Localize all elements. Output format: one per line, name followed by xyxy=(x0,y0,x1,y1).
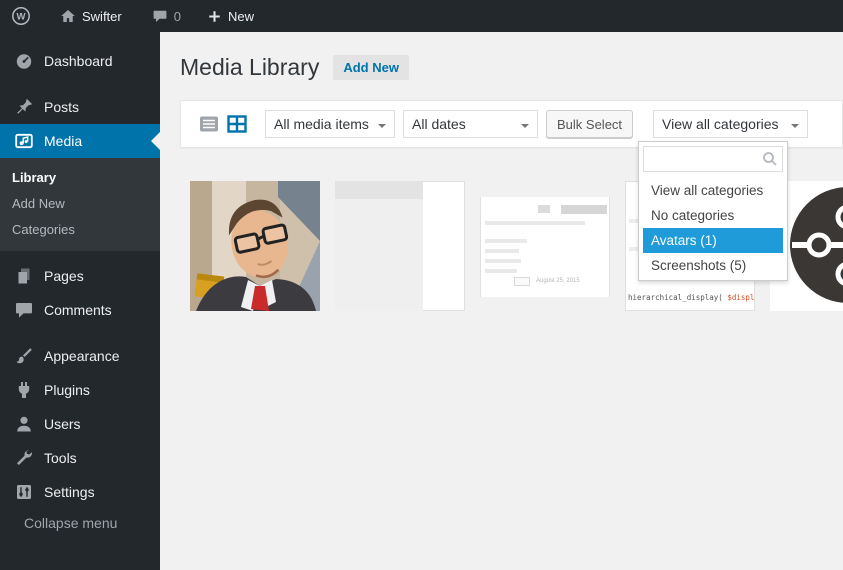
page-title: Media Library xyxy=(180,54,320,80)
wordpress-logo-icon: W xyxy=(11,6,31,26)
caret-down-icon xyxy=(521,123,529,132)
admin-bar: W Swifter 0 New xyxy=(0,0,843,32)
sidebar-item-tools[interactable]: Tools xyxy=(0,441,160,475)
sidebar-label: Comments xyxy=(44,302,112,318)
screenshot-region xyxy=(485,269,517,273)
media-item-screenshot-settings[interactable]: August 25, 2015 xyxy=(480,181,610,311)
screenshot-region xyxy=(561,205,607,214)
category-option-3[interactable]: Screenshots (5) xyxy=(643,253,783,278)
add-new-button[interactable]: Add New xyxy=(333,54,409,80)
sidebar-item-users[interactable]: Users xyxy=(0,407,160,441)
paintbrush-icon xyxy=(14,346,34,366)
wordpress-menu-button[interactable]: W xyxy=(0,0,42,32)
page-header: Media Library Add New xyxy=(180,52,843,82)
date-filter-value: All dates xyxy=(412,116,466,132)
new-label: New xyxy=(227,8,254,24)
plug-icon xyxy=(14,380,34,400)
comments-bar-link[interactable]: 0 xyxy=(142,0,191,32)
sidebar-item-media-library[interactable]: Library xyxy=(0,165,160,191)
sidebar-item-media-add-new[interactable]: Add New xyxy=(0,191,160,217)
pushpin-icon xyxy=(14,97,34,117)
user-icon xyxy=(14,414,34,434)
screenshot-region xyxy=(538,205,550,213)
grid-view-icon[interactable] xyxy=(227,114,247,134)
category-dropdown-panel: View all categories No categories Avatar… xyxy=(638,141,788,281)
submenu-label: Categories xyxy=(12,222,75,237)
screenshot-region xyxy=(514,277,530,286)
media-item-screenshot-blank[interactable] xyxy=(335,181,465,311)
wrench-icon xyxy=(14,448,34,468)
screenshot-region xyxy=(335,181,424,199)
collapse-menu-button[interactable]: Collapse menu xyxy=(0,509,160,546)
main-content: Media Library Add New All media items Al… xyxy=(160,32,843,570)
submenu-label: Add New xyxy=(12,196,65,211)
category-filter-select[interactable]: View all categories xyxy=(653,110,809,138)
sidebar-label: Plugins xyxy=(44,382,90,398)
sidebar-label: Tools xyxy=(44,450,77,466)
site-name-link[interactable]: Swifter xyxy=(50,0,132,32)
sidebar-label: Appearance xyxy=(44,348,120,364)
plus-icon xyxy=(207,9,222,24)
category-search xyxy=(643,146,783,172)
search-icon xyxy=(762,151,778,167)
sidebar-item-plugins[interactable]: Plugins xyxy=(0,373,160,407)
comments-count: 0 xyxy=(173,8,181,24)
sidebar-label: Users xyxy=(44,416,81,432)
sidebar-item-appearance[interactable]: Appearance xyxy=(0,339,160,373)
admin-sidebar: Dashboard Posts Media Library Add New Ca… xyxy=(0,32,160,570)
sidebar-label: Posts xyxy=(44,99,80,115)
category-filter-value: View all categories xyxy=(662,116,779,132)
screenshot-region xyxy=(480,297,610,311)
sidebar-item-media-categories[interactable]: Categories xyxy=(0,217,160,243)
screenshot-region xyxy=(485,249,519,253)
caret-down-icon xyxy=(378,123,386,132)
sidebar-item-posts[interactable]: Posts xyxy=(0,90,160,124)
comment-icon xyxy=(14,300,34,320)
sidebar-item-media[interactable]: Media xyxy=(0,124,160,158)
media-submenu: Library Add New Categories xyxy=(0,158,160,251)
home-icon xyxy=(60,8,76,24)
submenu-label: Library xyxy=(12,170,57,185)
sidebar-item-dashboard[interactable]: Dashboard xyxy=(0,44,160,78)
screenshot-region xyxy=(485,239,527,243)
sidebar-label: Settings xyxy=(44,484,95,500)
new-content-button[interactable]: New xyxy=(197,0,264,32)
caret-down-icon xyxy=(791,123,800,132)
settings-sliders-icon xyxy=(14,482,34,502)
media-type-filter-select[interactable]: All media items xyxy=(265,110,395,138)
sidebar-item-pages[interactable]: Pages xyxy=(0,259,160,293)
screenshot-region xyxy=(335,181,424,311)
media-icon xyxy=(14,131,34,151)
screenshot-code-text: hierarchical_display( $display ) xyxy=(628,293,755,302)
category-options-list: View all categories No categories Avatar… xyxy=(643,178,783,278)
sidebar-label: Dashboard xyxy=(44,53,113,69)
screenshot-region xyxy=(485,259,521,263)
screenshot-date-text: August 25, 2015 xyxy=(536,278,580,284)
list-view-icon[interactable] xyxy=(199,114,219,134)
wordpress-admin-screen: W Swifter 0 New Dashboard Posts Media Li… xyxy=(0,0,843,570)
screenshot-region xyxy=(480,181,610,197)
collapse-menu-label: Collapse menu xyxy=(24,515,118,531)
media-type-filter-value: All media items xyxy=(274,116,369,132)
sidebar-item-comments[interactable]: Comments xyxy=(0,293,160,327)
bulk-select-button[interactable]: Bulk Select xyxy=(546,110,634,138)
comments-bubble-icon xyxy=(152,8,168,24)
category-option-1[interactable]: No categories xyxy=(643,203,783,228)
category-option-0[interactable]: View all categories xyxy=(643,178,783,203)
screenshot-region xyxy=(485,221,585,225)
site-name: Swifter xyxy=(82,8,122,24)
pages-icon xyxy=(14,266,34,286)
date-filter-select[interactable]: All dates xyxy=(403,110,538,138)
sidebar-label: Pages xyxy=(44,268,84,284)
view-switch xyxy=(199,114,247,134)
media-item-portrait-photo[interactable] xyxy=(190,181,320,311)
sidebar-item-settings[interactable]: Settings xyxy=(0,475,160,509)
dashboard-icon xyxy=(14,51,34,71)
svg-text:W: W xyxy=(17,12,26,23)
sidebar-label: Media xyxy=(44,133,83,149)
category-option-2[interactable]: Avatars (1) xyxy=(643,228,783,253)
